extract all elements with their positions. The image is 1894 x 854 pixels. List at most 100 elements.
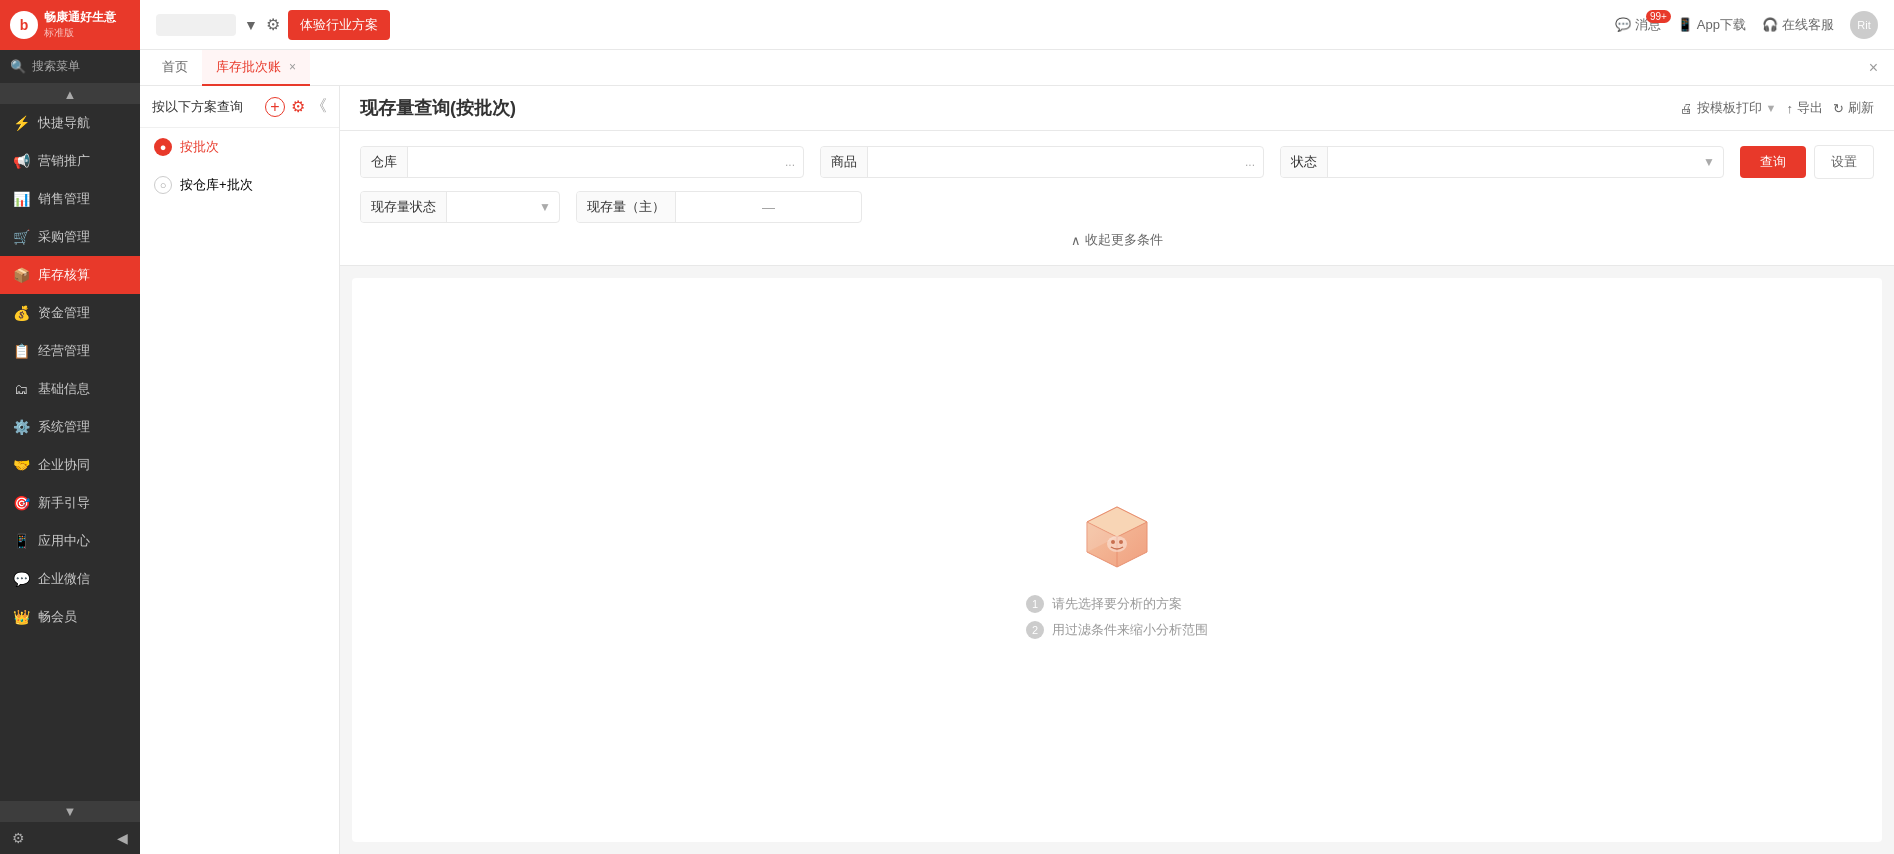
print-button[interactable]: 🖨 按模板打印 ▼ [1680, 99, 1777, 117]
svg-point-5 [1111, 540, 1115, 544]
sidebar-item-quick-nav[interactable]: ⚡ 快捷导航 [0, 104, 140, 142]
hint-num-1: 1 [1026, 595, 1044, 613]
topbar-gear-icon[interactable]: ⚙ [266, 15, 280, 34]
topbar-right: 💬 消息 99+ 📱 App下载 🎧 在线客服 Rit [1615, 11, 1878, 39]
panel-collapse-icon[interactable]: 《 [311, 96, 327, 117]
scheme-by-warehouse-batch-label: 按仓库+批次 [180, 176, 253, 194]
sidebar-title: 畅康通好生意 标准版 [44, 10, 116, 40]
sidebar-item-system[interactable]: ⚙️ 系统管理 [0, 408, 140, 446]
empty-illustration [1067, 482, 1167, 572]
stock-qty-from-input[interactable] [676, 200, 756, 215]
tab-close-icon[interactable]: × [289, 61, 296, 73]
sidebar-item-finance[interactable]: 💰 资金管理 [0, 294, 140, 332]
sidebar-item-label: 库存核算 [38, 266, 90, 284]
app-download-icon: 📱 [1677, 17, 1693, 32]
quick-nav-icon: ⚡ [12, 114, 30, 132]
sidebar-item-purchase[interactable]: 🛒 采购管理 [0, 218, 140, 256]
warehouse-label: 仓库 [361, 147, 408, 177]
sidebar-item-app[interactable]: 📱 应用中心 [0, 522, 140, 560]
export-icon: ↑ [1787, 101, 1794, 116]
sidebar-item-member[interactable]: 👑 畅会员 [0, 598, 140, 636]
basic-icon: 🗂 [12, 380, 30, 398]
product-more-icon[interactable]: ... [1237, 155, 1263, 169]
filter-area: 仓库 ... 商品 ... 状态 ▼ 查询 [340, 131, 1894, 266]
sidebar-item-label: 销售管理 [38, 190, 90, 208]
sidebar-item-label: 快捷导航 [38, 114, 90, 132]
tab-close-all-button[interactable]: × [1861, 59, 1886, 77]
search-icon: 🔍 [10, 59, 26, 74]
print-dropdown-icon[interactable]: ▼ [1766, 102, 1777, 114]
refresh-button[interactable]: ↻ 刷新 [1833, 99, 1874, 117]
sidebar-item-label: 畅会员 [38, 608, 77, 626]
add-scheme-button[interactable]: + [265, 97, 285, 117]
tab-home[interactable]: 首页 [148, 50, 202, 86]
sidebar-item-label: 系统管理 [38, 418, 90, 436]
stock-status-field: 现存量状态 ▼ [360, 191, 560, 223]
status-dropdown-icon[interactable]: ▼ [1695, 155, 1723, 169]
page-header: 现存量查询(按批次) 🖨 按模板打印 ▼ ↑ 导出 ↻ 刷新 [340, 86, 1894, 131]
sidebar-item-guide[interactable]: 🎯 新手引导 [0, 484, 140, 522]
scheme-item-by-warehouse-batch[interactable]: ○ 按仓库+批次 [140, 166, 339, 204]
print-icon: 🖨 [1680, 101, 1693, 116]
sidebar-item-label: 资金管理 [38, 304, 90, 322]
experience-btn[interactable]: 体验行业方案 [288, 10, 390, 40]
settings-button[interactable]: 设置 [1814, 145, 1874, 179]
scheme-settings-icon[interactable]: ⚙ [291, 97, 305, 116]
sidebar-scroll-up[interactable]: ▲ [0, 84, 140, 104]
product-input[interactable] [868, 155, 1237, 170]
sidebar-item-sales[interactable]: 📊 销售管理 [0, 180, 140, 218]
wechat-icon: 💬 [12, 570, 30, 588]
user-item[interactable]: Rit [1850, 11, 1878, 39]
hint-text-2: 用过滤条件来缩小分析范围 [1052, 621, 1208, 639]
sidebar-item-operations[interactable]: 📋 经营管理 [0, 332, 140, 370]
scheme-item-by-batch[interactable]: ● 按批次 [140, 128, 339, 166]
app-download-item[interactable]: 📱 App下载 [1677, 16, 1746, 34]
warehouse-input[interactable] [408, 155, 777, 170]
topbar: ▼ ⚙ 体验行业方案 💬 消息 99+ 📱 App下载 🎧 在线客服 Rit [140, 0, 1894, 50]
sidebar-item-wechat[interactable]: 💬 企业微信 [0, 560, 140, 598]
topbar-dropdown-button[interactable]: ▼ [244, 17, 258, 33]
settings-bottom-icon[interactable]: ⚙ [12, 830, 25, 846]
content-area: 按以下方案查询 + ⚙ 《 ● 按批次 ○ 按仓库+批次 现存量查询(按批次) [140, 86, 1894, 854]
sidebar-scroll-down[interactable]: ▼ [0, 801, 140, 821]
product-field: 商品 ... [820, 146, 1264, 178]
breadcrumb-input[interactable] [156, 14, 236, 36]
empty-icon [1067, 482, 1167, 575]
search-menu-label: 搜索菜单 [32, 58, 80, 75]
filter-row-2: 现存量状态 ▼ 现存量（主） — [360, 191, 1874, 223]
tab-inventory-batch[interactable]: 库存批次账 × [202, 50, 310, 86]
stock-qty-to-input[interactable] [781, 200, 861, 215]
export-button[interactable]: ↑ 导出 [1787, 99, 1824, 117]
right-panel: 现存量查询(按批次) 🖨 按模板打印 ▼ ↑ 导出 ↻ 刷新 [340, 86, 1894, 854]
edition-label: 标准版 [44, 26, 116, 40]
collab-icon: 🤝 [12, 456, 30, 474]
search-menu-item[interactable]: 🔍 搜索菜单 [0, 50, 140, 84]
sidebar-item-inventory[interactable]: 📦 库存核算 [0, 256, 140, 294]
sidebar-item-label: 采购管理 [38, 228, 90, 246]
left-panel-actions: + ⚙ 《 [265, 96, 327, 117]
sidebar-item-label: 营销推广 [38, 152, 90, 170]
sidebar-item-marketing[interactable]: 📢 营销推广 [0, 142, 140, 180]
online-service-item[interactable]: 🎧 在线客服 [1762, 16, 1834, 34]
sidebar-item-basic[interactable]: 🗂 基础信息 [0, 370, 140, 408]
query-button[interactable]: 查询 [1740, 146, 1806, 178]
message-icon: 💬 [1615, 17, 1631, 32]
sidebar: b 畅康通好生意 标准版 🔍 搜索菜单 ▲ ⚡ 快捷导航 📢 营销推广 📊 销售… [0, 0, 140, 854]
warehouse-more-icon[interactable]: ... [777, 155, 803, 169]
left-panel: 按以下方案查询 + ⚙ 《 ● 按批次 ○ 按仓库+批次 [140, 86, 340, 854]
stock-qty-label: 现存量（主） [577, 192, 676, 222]
topbar-left: ▼ ⚙ 体验行业方案 [156, 10, 1605, 40]
messages-item[interactable]: 💬 消息 99+ [1615, 16, 1661, 34]
collapse-sidebar-icon[interactable]: ◀ [117, 830, 128, 846]
sidebar-item-label: 新手引导 [38, 494, 90, 512]
stock-status-arrow[interactable]: ▼ [531, 200, 559, 214]
refresh-icon: ↻ [1833, 101, 1844, 116]
page-title: 现存量查询(按批次) [360, 96, 516, 120]
svg-point-6 [1119, 540, 1123, 544]
sidebar-item-label: 经营管理 [38, 342, 90, 360]
sidebar-item-collab[interactable]: 🤝 企业协同 [0, 446, 140, 484]
app-download-label: App下载 [1697, 16, 1746, 34]
collapse-more-button[interactable]: ∧ 收起更多条件 [360, 223, 1874, 251]
company-name: 畅康通好生意 [44, 10, 116, 26]
empty-hints: 1 请先选择要分析的方案 2 用过滤条件来缩小分析范围 [1026, 595, 1208, 639]
